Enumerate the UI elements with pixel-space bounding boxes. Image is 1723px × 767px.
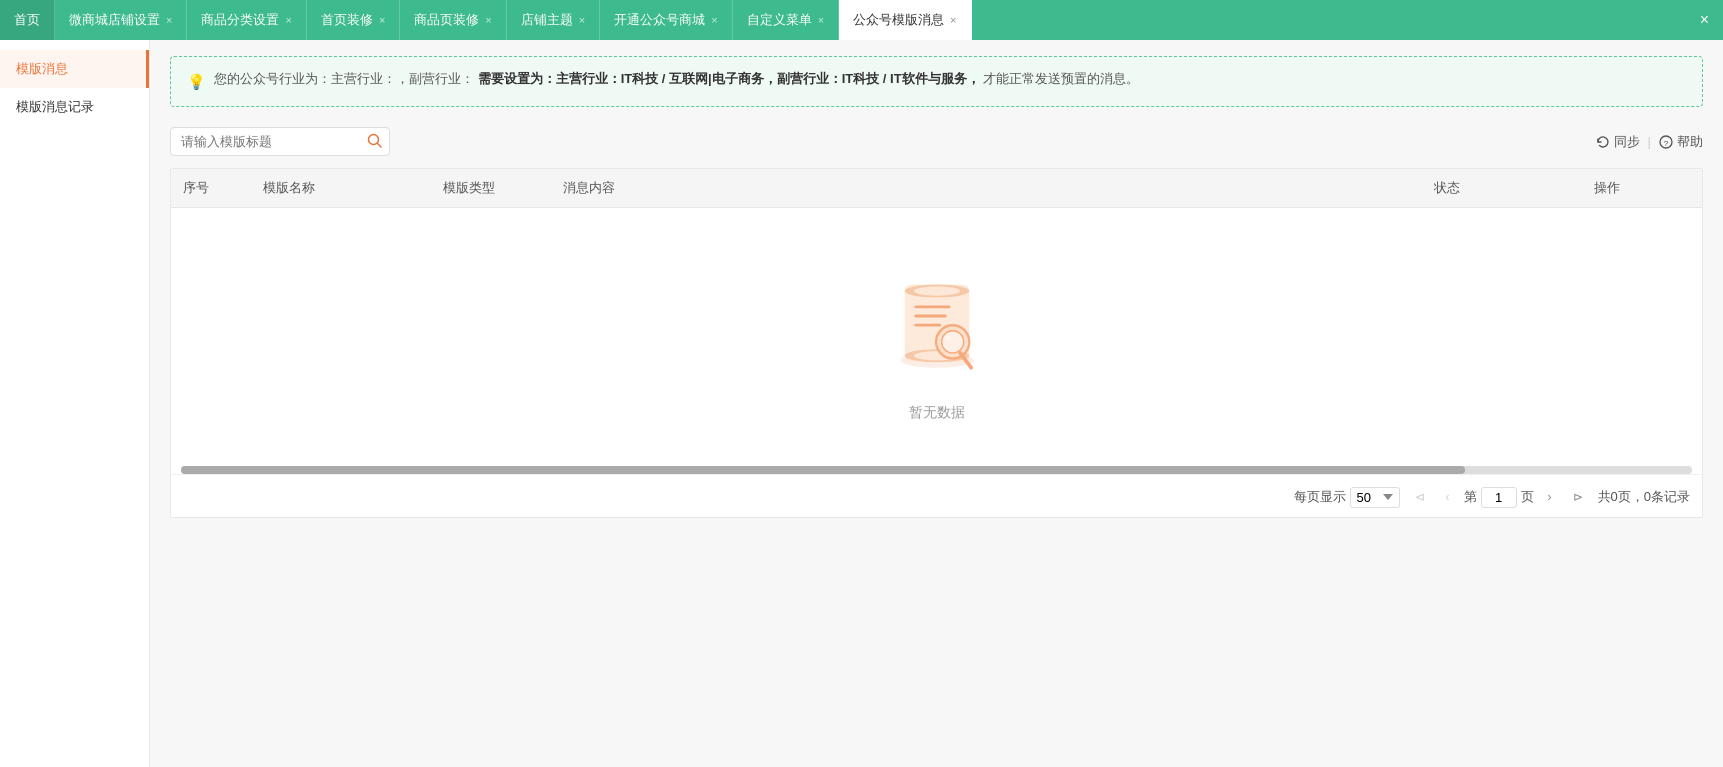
toolbar-right: 同步 | ? 帮助 xyxy=(1596,133,1703,151)
notice-bar: 💡 您的公众号行业为：主营行业：，副营行业： 需要设置为：主营行业：IT科技 /… xyxy=(170,56,1703,107)
nav-tab-custommenu-label: 自定义菜单 xyxy=(747,11,812,29)
sidebar-item-template-msg-record[interactable]: 模版消息记录 xyxy=(0,88,149,126)
divider: | xyxy=(1648,134,1651,149)
horizontal-scrollbar[interactable] xyxy=(181,466,1692,474)
table-col-index: 序号 xyxy=(171,169,251,207)
page-number-input[interactable] xyxy=(1481,487,1517,508)
sync-label: 同步 xyxy=(1614,133,1640,151)
svg-line-1 xyxy=(378,143,382,147)
nav-tab-homepage[interactable]: 首页装修 × xyxy=(307,0,400,40)
nav-tab-homepage-label: 首页装修 xyxy=(321,11,373,29)
svg-point-6 xyxy=(913,286,959,295)
pagination: 每页显示 50 10 20 100 ⊲ ‹ 第 xyxy=(171,474,1702,517)
page-size-select[interactable]: 50 10 20 100 xyxy=(1350,487,1400,508)
last-page-button[interactable]: ⊳ xyxy=(1566,485,1590,509)
empty-text: 暂无数据 xyxy=(909,404,965,422)
table-col-action: 操作 xyxy=(1582,169,1702,207)
help-label: 帮助 xyxy=(1677,133,1703,151)
notice-text: 您的公众号行业为：主营行业：，副营行业： 需要设置为：主营行业：IT科技 / 互… xyxy=(214,69,1139,90)
search-input[interactable] xyxy=(170,127,390,156)
empty-state: 暂无数据 xyxy=(171,208,1702,462)
next-page-icon: › xyxy=(1548,490,1552,504)
close-icon[interactable]: × xyxy=(285,14,291,26)
nav-tab-wshop-label: 微商城店铺设置 xyxy=(69,11,160,29)
page-controls: ⊲ ‹ 第 页 › ⊳ xyxy=(1408,485,1590,509)
table-col-type: 模版类型 xyxy=(431,169,551,207)
sidebar-item-template-msg[interactable]: 模版消息 xyxy=(0,50,149,88)
svg-point-16 xyxy=(945,334,951,340)
sidebar-item-template-msg-label: 模版消息 xyxy=(16,61,68,76)
page-di-label: 第 xyxy=(1464,488,1477,506)
empty-illustration xyxy=(877,268,997,388)
help-button[interactable]: ? 帮助 xyxy=(1659,133,1703,151)
close-icon[interactable]: × xyxy=(818,14,824,26)
table-col-status: 状态 xyxy=(1422,169,1582,207)
close-icon[interactable]: × xyxy=(950,14,956,26)
close-icon[interactable]: × xyxy=(379,14,385,26)
scrollbar-thumb[interactable] xyxy=(181,466,1465,474)
search-bar: 同步 | ? 帮助 xyxy=(170,127,1703,156)
nav-tab-custommenu[interactable]: 自定义菜单 × xyxy=(733,0,839,40)
content-area: 💡 您的公众号行业为：主营行业：，副营行业： 需要设置为：主营行业：IT科技 /… xyxy=(150,40,1723,767)
table-header: 序号 模版名称 模版类型 消息内容 状态 操作 xyxy=(171,169,1702,208)
prev-page-icon: ‹ xyxy=(1446,490,1450,504)
notice-icon: 💡 xyxy=(187,70,206,94)
nav-tab-productpage[interactable]: 商品页装修 × xyxy=(400,0,506,40)
top-navigation: 首页 微商城店铺设置 × 商品分类设置 × 首页装修 × 商品页装修 × 店铺主… xyxy=(0,0,1723,40)
first-page-button[interactable]: ⊲ xyxy=(1408,485,1432,509)
notice-highlight: 需要设置为：主营行业：IT科技 / 互联网|电子商务，副营行业：IT科技 / I… xyxy=(478,71,980,86)
sync-icon xyxy=(1596,135,1610,149)
nav-tab-productpage-label: 商品页装修 xyxy=(414,11,479,29)
nav-tab-templatemsg-label: 公众号模版消息 xyxy=(853,11,944,29)
close-icon[interactable]: × xyxy=(579,14,585,26)
nav-tab-wshop[interactable]: 微商城店铺设置 × xyxy=(55,0,187,40)
first-page-icon: ⊲ xyxy=(1415,490,1425,504)
page-size-label: 每页显示 xyxy=(1294,488,1346,506)
close-icon[interactable]: × xyxy=(711,14,717,26)
nav-tab-theme-label: 店铺主题 xyxy=(521,11,573,29)
page-label: 页 xyxy=(1521,488,1534,506)
close-icon[interactable]: × xyxy=(485,14,491,26)
nav-tab-openstore-label: 开通公众号商城 xyxy=(614,11,705,29)
page-size-wrap: 每页显示 50 10 20 100 xyxy=(1294,487,1400,508)
prev-page-button[interactable]: ‹ xyxy=(1436,485,1460,509)
main-layout: 模版消息 模版消息记录 💡 您的公众号行业为：主营行业：，副营行业： 需要设置为… xyxy=(0,40,1723,767)
total-text: 共0页，0条记录 xyxy=(1598,488,1690,506)
nav-tab-category-label: 商品分类设置 xyxy=(201,11,279,29)
nav-tab-home[interactable]: 首页 xyxy=(0,0,55,40)
data-table: 序号 模版名称 模版类型 消息内容 状态 操作 xyxy=(170,168,1703,518)
nav-tab-templatemsg[interactable]: 公众号模版消息 × xyxy=(839,0,971,40)
sidebar-item-template-msg-record-label: 模版消息记录 xyxy=(16,99,94,114)
svg-text:?: ? xyxy=(1664,138,1669,147)
next-page-button[interactable]: › xyxy=(1538,485,1562,509)
sidebar: 模版消息 模版消息记录 xyxy=(0,40,150,767)
search-input-wrap xyxy=(170,127,390,156)
help-icon: ? xyxy=(1659,135,1673,149)
close-icon[interactable]: × xyxy=(166,14,172,26)
search-button[interactable] xyxy=(367,133,382,151)
table-col-name: 模版名称 xyxy=(251,169,431,207)
close-all-button[interactable]: × xyxy=(1686,11,1723,29)
table-col-content: 消息内容 xyxy=(551,169,1422,207)
nav-tab-openstore[interactable]: 开通公众号商城 × xyxy=(600,0,732,40)
nav-tab-theme[interactable]: 店铺主题 × xyxy=(507,0,600,40)
nav-tab-category[interactable]: 商品分类设置 × xyxy=(187,0,306,40)
last-page-icon: ⊳ xyxy=(1573,490,1583,504)
nav-tab-home-label: 首页 xyxy=(14,11,40,29)
sync-button[interactable]: 同步 xyxy=(1596,133,1640,151)
